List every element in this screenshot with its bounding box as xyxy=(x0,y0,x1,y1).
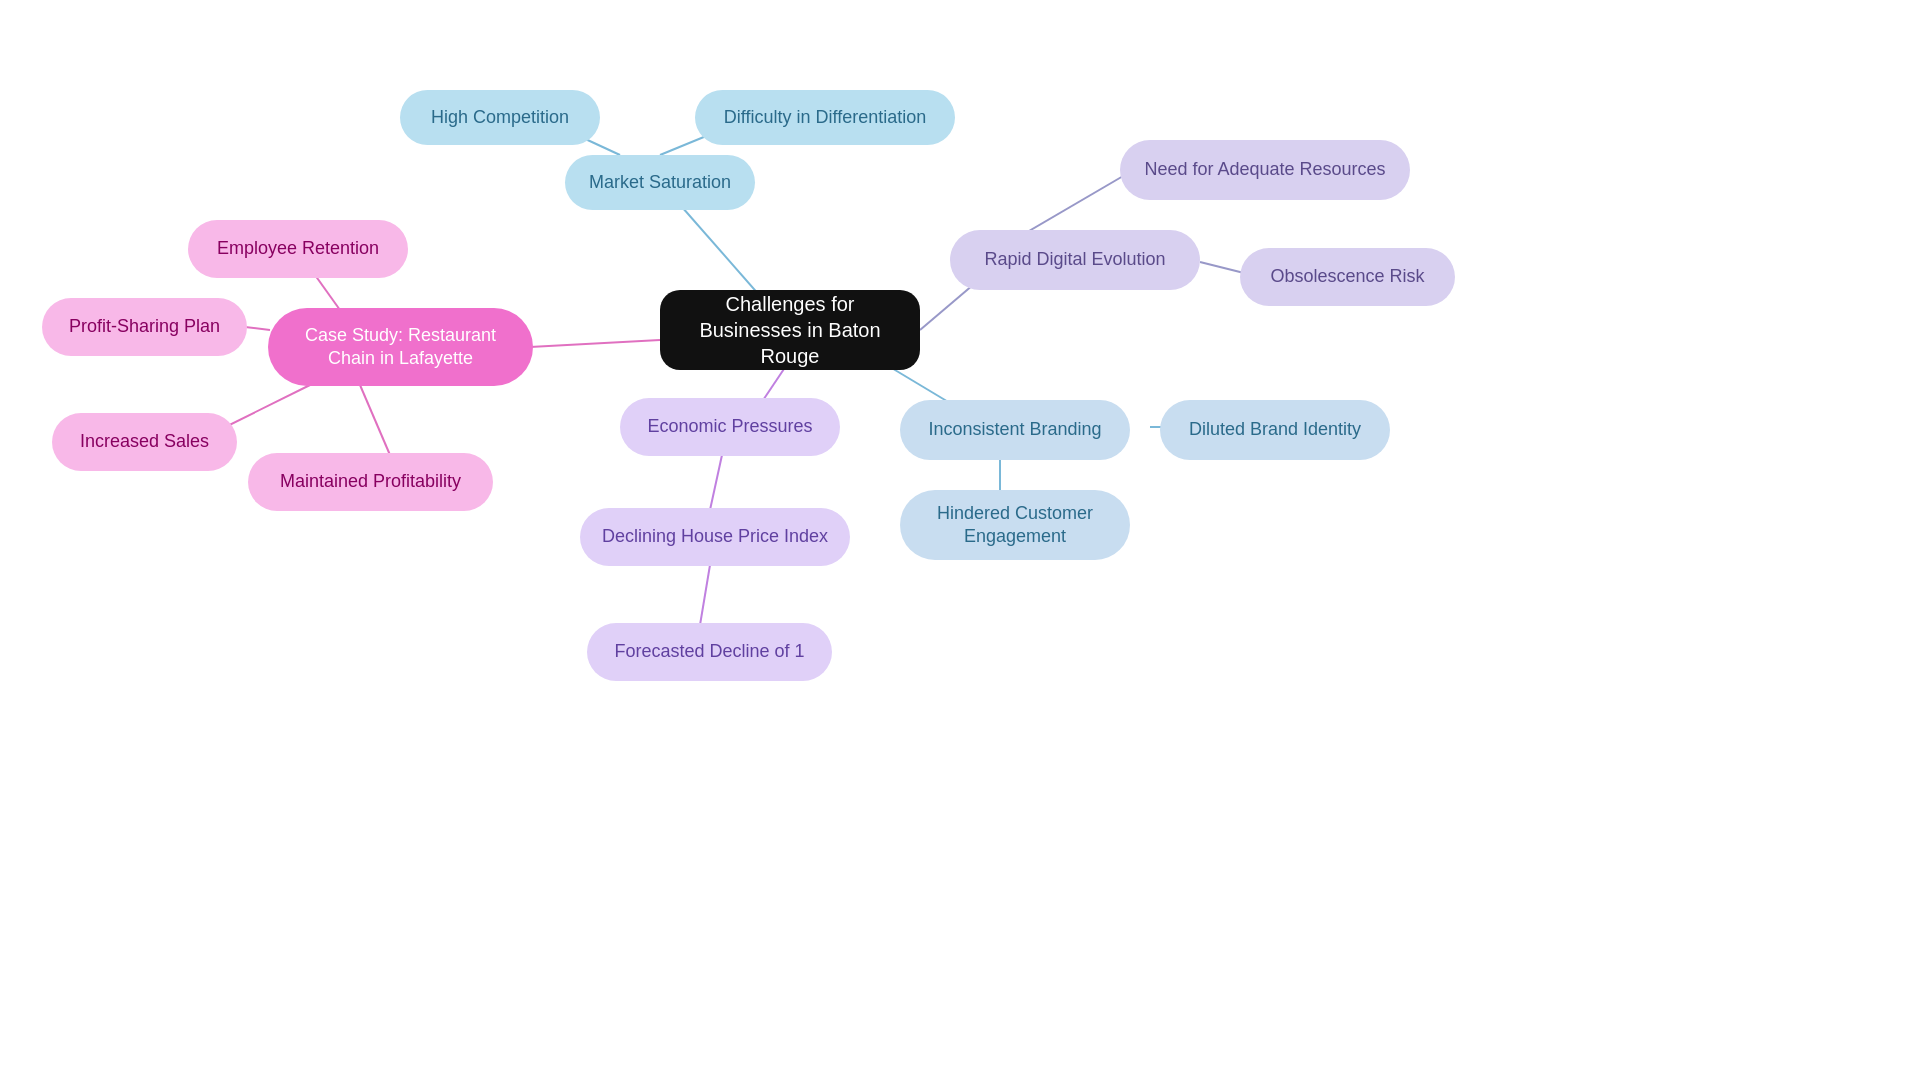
node-employee-retention: Employee Retention xyxy=(188,220,408,278)
node-hindered-customer: Hindered Customer Engagement xyxy=(900,490,1130,560)
node-increased-sales: Increased Sales xyxy=(52,413,237,471)
node-declining-house: Declining House Price Index xyxy=(580,508,850,566)
svg-line-12 xyxy=(530,340,660,347)
node-profit-sharing: Profit-Sharing Plan xyxy=(42,298,247,356)
node-high-competition: High Competition xyxy=(400,90,600,145)
node-obsolescence-risk: Obsolescence Risk xyxy=(1240,248,1455,306)
center-node: Challenges for Businesses in Baton Rouge xyxy=(660,290,920,370)
svg-line-16 xyxy=(360,385,390,455)
svg-line-11 xyxy=(700,565,710,625)
node-maintained-profitability: Maintained Profitability xyxy=(248,453,493,511)
node-market-saturation: Market Saturation xyxy=(565,155,755,210)
svg-line-10 xyxy=(710,455,722,510)
node-diluted-brand: Diluted Brand Identity xyxy=(1160,400,1390,460)
node-forecasted-decline: Forecasted Decline of 1 xyxy=(587,623,832,681)
node-rapid-digital: Rapid Digital Evolution xyxy=(950,230,1200,290)
svg-line-14 xyxy=(245,327,270,330)
node-difficulty-differentiation: Difficulty in Differentiation xyxy=(695,90,955,145)
node-need-resources: Need for Adequate Resources xyxy=(1120,140,1410,200)
node-inconsistent-branding: Inconsistent Branding xyxy=(900,400,1130,460)
node-economic-pressures: Economic Pressures xyxy=(620,398,840,456)
node-case-study: Case Study: Restaurant Chain in Lafayett… xyxy=(268,308,533,386)
